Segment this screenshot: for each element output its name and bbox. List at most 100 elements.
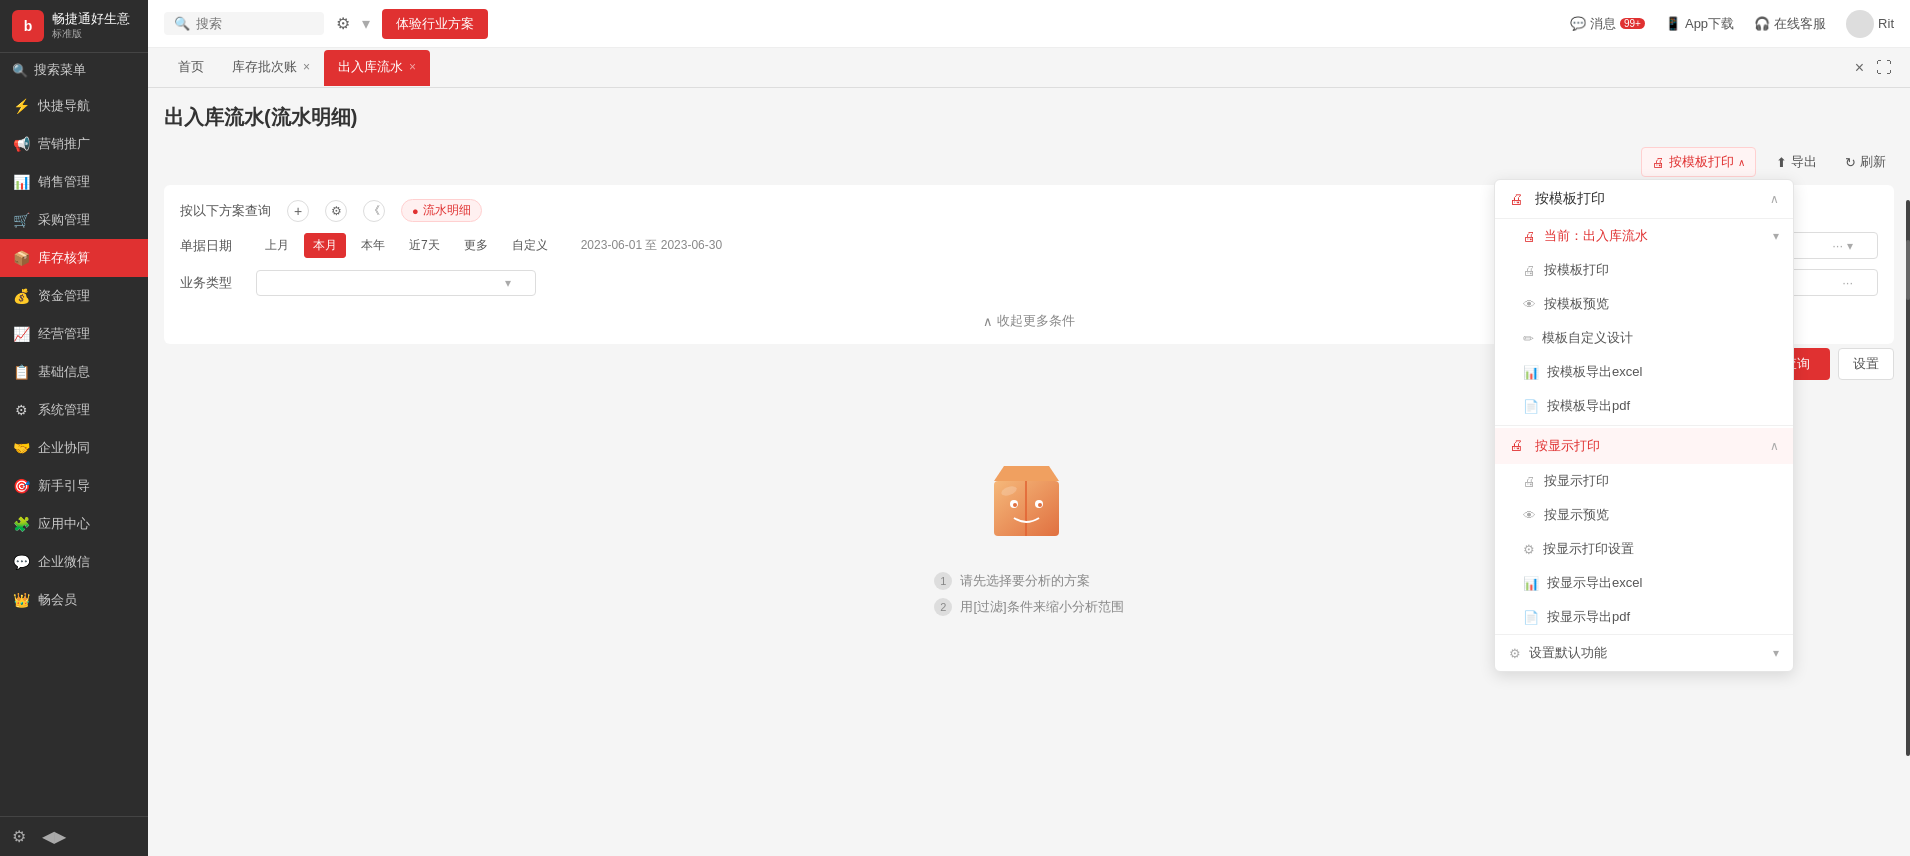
empty-step-2: 2 用[过滤]条件来缩小分析范围 <box>934 598 1123 616</box>
template-preview-item[interactable]: 👁 按模板预览 <box>1495 287 1793 321</box>
messages-label: 消息 <box>1590 15 1616 33</box>
date-options: 上月 本月 本年 近7天 更多 自定义 <box>256 233 557 258</box>
tab-batch-account-close[interactable]: × <box>303 60 310 74</box>
industry-solution-button[interactable]: 体验行业方案 <box>382 9 488 39</box>
tab-flow[interactable]: 出入库流水 × <box>324 50 430 86</box>
tab-home[interactable]: 首页 <box>164 50 218 86</box>
sidebar-item-beginner[interactable]: 🎯 新手引导 <box>0 467 148 505</box>
dropdown-collapse-icon[interactable]: ∧ <box>1770 192 1779 206</box>
date-current-month-btn[interactable]: 本月 <box>304 233 346 258</box>
marketing-icon: 📢 <box>12 135 30 153</box>
export-label: 导出 <box>1791 153 1817 171</box>
header-dropdown-icon[interactable]: ▾ <box>362 14 370 33</box>
sidebar-search[interactable]: 🔍 搜索菜单 <box>0 53 148 87</box>
date-more-btn[interactable]: 更多 <box>455 233 497 258</box>
set-default-chevron: ▾ <box>1773 646 1779 660</box>
sidebar-item-label: 库存核算 <box>38 249 90 267</box>
sidebar-search-label: 搜索菜单 <box>34 61 86 79</box>
collapse-more-button[interactable]: ∧ 收起更多条件 <box>983 312 1075 330</box>
date-last-7-days-btn[interactable]: 近7天 <box>400 233 449 258</box>
filter-settings-button[interactable]: ⚙ <box>325 200 347 222</box>
user-name: Rit <box>1878 16 1894 31</box>
footer-settings-icon[interactable]: ⚙ <box>12 827 26 846</box>
display-export-pdf-item[interactable]: 📄 按显示导出pdf <box>1495 600 1793 634</box>
collapse-more-label: 收起更多条件 <box>997 312 1075 330</box>
collapse-icon: 《 <box>369 203 380 218</box>
display-preview-item[interactable]: 👁 按显示预览 <box>1495 498 1793 532</box>
refresh-button[interactable]: ↻ 刷新 <box>1837 149 1894 175</box>
page-content-area: 出入库流水(流水明细) 🖨 按模板打印 ∧ ⬆ 导出 ↻ 刷新 🖨 <box>148 88 1910 856</box>
header-actions: 💬 消息 99+ 📱 App下载 🎧 在线客服 Rit <box>1570 10 1894 38</box>
sidebar-item-vip[interactable]: 👑 畅会员 <box>0 581 148 619</box>
sidebar-item-label: 资金管理 <box>38 287 90 305</box>
filter-collapse-button[interactable]: 《 <box>363 200 385 222</box>
template-print-item[interactable]: 🖨 按模板打印 <box>1495 253 1793 287</box>
print-template-button[interactable]: 🖨 按模板打印 ∧ <box>1641 147 1756 177</box>
display-print-label: 按显示打印 <box>1544 472 1609 490</box>
current-chevron-down: ▾ <box>1773 229 1779 243</box>
sidebar-footer: ⚙ ◀▶ <box>0 816 148 856</box>
template-export-pdf-item[interactable]: 📄 按模板导出pdf <box>1495 389 1793 423</box>
search-input[interactable] <box>196 16 276 31</box>
date-custom-btn[interactable]: 自定义 <box>503 233 557 258</box>
sales-icon: 📊 <box>12 173 30 191</box>
operations-icon: 📈 <box>12 325 30 343</box>
display-print-icon: 🖨 <box>1523 474 1536 489</box>
sidebar-item-app-center[interactable]: 🧩 应用中心 <box>0 505 148 543</box>
tab-batch-account[interactable]: 库存批次账 × <box>218 50 324 86</box>
settings-button[interactable]: 设置 <box>1838 348 1894 380</box>
filter-add-button[interactable]: + <box>287 200 309 222</box>
sidebar-item-label: 系统管理 <box>38 401 90 419</box>
step-1-text: 请先选择要分析的方案 <box>960 572 1090 590</box>
footer-collapse-icon[interactable]: ◀▶ <box>42 827 66 846</box>
online-service-button[interactable]: 🎧 在线客服 <box>1754 15 1826 33</box>
app-center-icon: 🧩 <box>12 515 30 533</box>
date-label: 单据日期 <box>180 237 240 255</box>
set-default-button[interactable]: ⚙ 设置默认功能 ▾ <box>1495 634 1793 671</box>
sidebar-item-purchase[interactable]: 🛒 采购管理 <box>0 201 148 239</box>
business-type-select[interactable]: ▾ <box>256 270 536 296</box>
header-search-box[interactable]: 🔍 <box>164 12 324 35</box>
chevron-up-icon: ∧ <box>1738 157 1745 168</box>
display-print-item[interactable]: 🖨 按显示打印 <box>1495 464 1793 498</box>
sidebar-item-quick-nav[interactable]: ⚡ 快捷导航 <box>0 87 148 125</box>
sidebar-item-finance[interactable]: 💰 资金管理 <box>0 277 148 315</box>
tab-close-all-button[interactable]: × <box>1853 57 1866 79</box>
sidebar-item-enterprise-wechat[interactable]: 💬 企业微信 <box>0 543 148 581</box>
app-download-label: App下载 <box>1685 15 1734 33</box>
current-selection-item[interactable]: 🖨 当前：出入库流水 ▾ <box>1495 219 1793 253</box>
template-custom-item[interactable]: ✏ 模板自定义设计 <box>1495 321 1793 355</box>
display-print-settings-item[interactable]: ⚙ 按显示打印设置 <box>1495 532 1793 566</box>
display-export-excel-item[interactable]: 📊 按显示导出excel <box>1495 566 1793 600</box>
sidebar-item-sales[interactable]: 📊 销售管理 <box>0 163 148 201</box>
headset-icon: 🎧 <box>1754 16 1770 31</box>
tab-flow-close[interactable]: × <box>409 60 416 74</box>
template-pdf-icon: 📄 <box>1523 399 1539 414</box>
template-export-excel-item[interactable]: 📊 按模板导出excel <box>1495 355 1793 389</box>
date-current-year-btn[interactable]: 本年 <box>352 233 394 258</box>
sidebar-item-inventory[interactable]: 📦 库存核算 <box>0 239 148 277</box>
export-button[interactable]: ⬆ 导出 <box>1768 149 1825 175</box>
tabs-bar: 首页 库存批次账 × 出入库流水 × × ⛶ <box>148 48 1910 88</box>
date-last-month-btn[interactable]: 上月 <box>256 233 298 258</box>
user-profile-button[interactable]: Rit <box>1846 10 1894 38</box>
main-content: 🔍 ⚙ ▾ 体验行业方案 💬 消息 99+ 📱 App下载 🎧 在线客服 Rit <box>148 0 1910 856</box>
template-export-pdf-label: 按模板导出pdf <box>1547 397 1630 415</box>
filter-tag-icon: ● <box>412 205 419 217</box>
header-settings-icon[interactable]: ⚙ <box>336 14 350 33</box>
sidebar-item-label: 应用中心 <box>38 515 90 533</box>
search-icon: 🔍 <box>12 63 28 78</box>
messages-button[interactable]: 💬 消息 99+ <box>1570 15 1645 33</box>
quick-nav-icon: ⚡ <box>12 97 30 115</box>
sidebar-item-system[interactable]: ⚙ 系统管理 <box>0 391 148 429</box>
app-download-button[interactable]: 📱 App下载 <box>1665 15 1734 33</box>
sidebar-item-basic-info[interactable]: 📋 基础信息 <box>0 353 148 391</box>
sidebar-item-enterprise-coop[interactable]: 🤝 企业协同 <box>0 429 148 467</box>
tab-maximize-button[interactable]: ⛶ <box>1874 57 1894 79</box>
print-template-label: 按模板打印 <box>1669 153 1734 171</box>
display-print-section-header[interactable]: 🖨 按显示打印 ∧ <box>1495 428 1793 464</box>
sidebar-item-operations[interactable]: 📈 经营管理 <box>0 315 148 353</box>
display-preview-label: 按显示预览 <box>1544 506 1609 524</box>
messages-icon: 💬 <box>1570 16 1586 31</box>
sidebar-item-marketing[interactable]: 📢 营销推广 <box>0 125 148 163</box>
